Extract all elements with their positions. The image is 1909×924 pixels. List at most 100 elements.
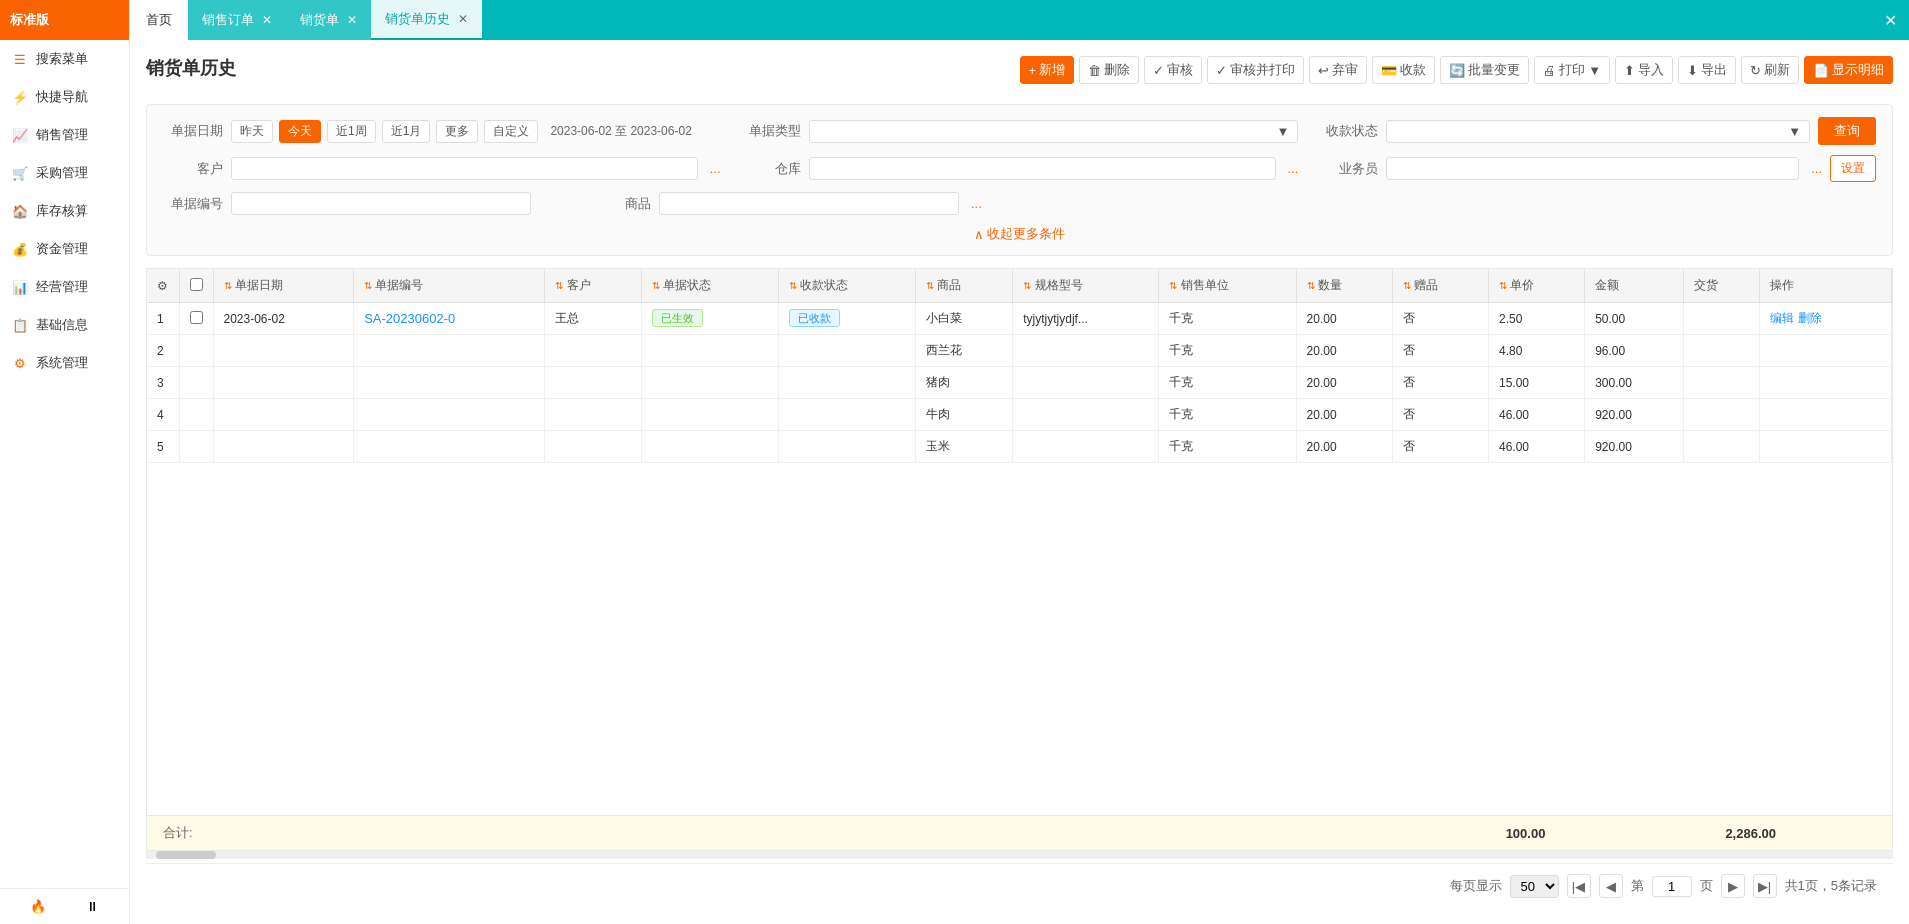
new-button[interactable]: + 新增	[1020, 56, 1075, 84]
show-detail-button[interactable]: 📄 显示明细	[1804, 56, 1893, 84]
sidebar-item-finance[interactable]: 💰 资金管理	[0, 230, 129, 268]
col-checkbox[interactable]	[179, 269, 213, 303]
col-amount: 金额	[1585, 269, 1684, 303]
first-page-btn[interactable]: |◀	[1567, 874, 1591, 898]
row-action	[1760, 431, 1892, 463]
collapse-button[interactable]: ∧ 收起更多条件	[163, 225, 1876, 243]
row-check[interactable]	[179, 335, 213, 367]
filter-area: 单据日期 昨天 今天 近1周 近1月 更多 自定义 2023-06-02 至 2…	[146, 104, 1893, 256]
row-checkbox[interactable]	[190, 311, 203, 324]
page-input[interactable]	[1652, 876, 1692, 897]
warehouse-filter-group: 仓库 ...	[741, 157, 1299, 180]
settings-button[interactable]: 设置	[1830, 155, 1876, 182]
row-transaction	[1683, 399, 1760, 431]
row-doc-status	[641, 431, 778, 463]
edit-action[interactable]: 编辑	[1770, 311, 1794, 325]
sidebar-item-search-menu[interactable]: ☰ 搜索菜单	[0, 40, 129, 78]
salesman-filter-group: 业务员 ... 设置	[1318, 155, 1876, 182]
row-doc-status	[641, 399, 778, 431]
tab-sales-order[interactable]: 销售订单 ✕	[188, 0, 286, 40]
select-all-checkbox[interactable]	[190, 278, 203, 291]
export-button[interactable]: ⬇ 导出	[1678, 56, 1736, 84]
customer-dots[interactable]: ...	[710, 161, 721, 176]
col-settings[interactable]: ⚙	[147, 269, 179, 303]
filter-row-3: 单据编号 商品 ...	[163, 192, 1876, 215]
print-button[interactable]: 🖨 打印 ▼	[1534, 56, 1610, 84]
fire-icon[interactable]: 🔥	[30, 899, 46, 914]
footer-label: 合计:	[163, 824, 223, 842]
pause-icon[interactable]: ⏸	[86, 899, 99, 914]
next-page-btn[interactable]: ▶	[1721, 874, 1745, 898]
row-check[interactable]	[179, 399, 213, 431]
close-window-btn[interactable]: ✕	[1872, 11, 1909, 30]
warehouse-label: 仓库	[741, 160, 801, 178]
query-button[interactable]: 查询	[1818, 117, 1876, 145]
audit-button[interactable]: ✓ 审核	[1144, 56, 1202, 84]
sidebar-item-base-info[interactable]: 📋 基础信息	[0, 306, 129, 344]
collect-button[interactable]: 💳 收款	[1372, 56, 1435, 84]
last-page-btn[interactable]: ▶|	[1753, 874, 1777, 898]
doc-type-select[interactable]: ▼	[809, 120, 1299, 143]
custom-btn[interactable]: 自定义	[484, 120, 538, 143]
product-dots[interactable]: ...	[971, 196, 982, 211]
row-unit-price: 2.50	[1488, 303, 1584, 335]
row-doc-status	[641, 367, 778, 399]
collect-status-select[interactable]: ▼	[1386, 120, 1810, 143]
abandon-button[interactable]: ↩ 弃审	[1309, 56, 1367, 84]
delete-action[interactable]: 删除	[1798, 311, 1822, 325]
row-gift: 否	[1392, 399, 1488, 431]
sort-icon: ⇅	[224, 280, 232, 291]
doc-no-link[interactable]: SA-20230602-0	[364, 311, 455, 326]
row-product: 猪肉	[915, 367, 1012, 399]
row-unit-price: 46.00	[1488, 399, 1584, 431]
refresh-button[interactable]: ↻ 刷新	[1741, 56, 1799, 84]
row-check[interactable]	[179, 367, 213, 399]
sidebar-item-inventory[interactable]: 🏠 库存核算	[0, 192, 129, 230]
sort-icon: ⇅	[789, 280, 797, 291]
delete-button[interactable]: 🗑 删除	[1079, 56, 1139, 84]
tab-close-sales-history[interactable]: ✕	[458, 12, 468, 26]
row-doc-date	[213, 335, 354, 367]
salesman-input[interactable]	[1386, 157, 1799, 180]
import-button[interactable]: ⬆ 导入	[1615, 56, 1673, 84]
col-gift: ⇅ 赠品	[1392, 269, 1488, 303]
yesterday-btn[interactable]: 昨天	[231, 120, 273, 143]
row-check[interactable]	[179, 303, 213, 335]
row-num: 1	[147, 303, 179, 335]
row-qty: 20.00	[1296, 303, 1392, 335]
scrollbar-thumb[interactable]	[156, 851, 216, 859]
more-btn[interactable]: 更多	[436, 120, 478, 143]
salesman-label: 业务员	[1318, 160, 1378, 178]
product-filter-group: 商品 ...	[591, 192, 982, 215]
sidebar-item-label: 采购管理	[36, 164, 88, 182]
tab-close-sales-order[interactable]: ✕	[262, 13, 272, 27]
batch-change-button[interactable]: 🔄 批量变更	[1440, 56, 1529, 84]
row-collect-status	[778, 335, 915, 367]
sidebar-item-purchase-mgmt[interactable]: 🛒 采购管理	[0, 154, 129, 192]
last7-btn[interactable]: 近1周	[327, 120, 376, 143]
row-sales-unit: 千克	[1159, 303, 1296, 335]
today-btn[interactable]: 今天	[279, 120, 321, 143]
sidebar-item-operations[interactable]: 📊 经营管理	[0, 268, 129, 306]
docno-input[interactable]	[231, 192, 531, 215]
tab-close-sales-delivery[interactable]: ✕	[347, 13, 357, 27]
tab-home[interactable]: 首页	[130, 0, 188, 40]
salesman-dots[interactable]: ...	[1811, 161, 1822, 176]
per-page-select[interactable]: 50	[1510, 875, 1559, 898]
warehouse-input[interactable]	[809, 157, 1276, 180]
row-qty: 20.00	[1296, 399, 1392, 431]
sidebar-item-sales-mgmt[interactable]: 📈 销售管理	[0, 116, 129, 154]
row-check[interactable]	[179, 431, 213, 463]
audit-print-button[interactable]: ✓ 审核并打印	[1207, 56, 1304, 84]
sidebar-item-quick-nav[interactable]: ⚡ 快捷导航	[0, 78, 129, 116]
sidebar-item-system-mgmt[interactable]: ⚙ 系统管理	[0, 344, 129, 382]
warehouse-dots[interactable]: ...	[1288, 161, 1299, 176]
customer-input[interactable]	[231, 157, 698, 180]
sort-icon: ⇅	[1169, 280, 1177, 291]
last1m-btn[interactable]: 近1月	[382, 120, 431, 143]
tab-sales-history[interactable]: 销货单历史 ✕	[371, 0, 482, 40]
tab-sales-delivery[interactable]: 销货单 ✕	[286, 0, 371, 40]
row-num: 5	[147, 431, 179, 463]
product-input[interactable]	[659, 192, 959, 215]
prev-page-btn[interactable]: ◀	[1599, 874, 1623, 898]
